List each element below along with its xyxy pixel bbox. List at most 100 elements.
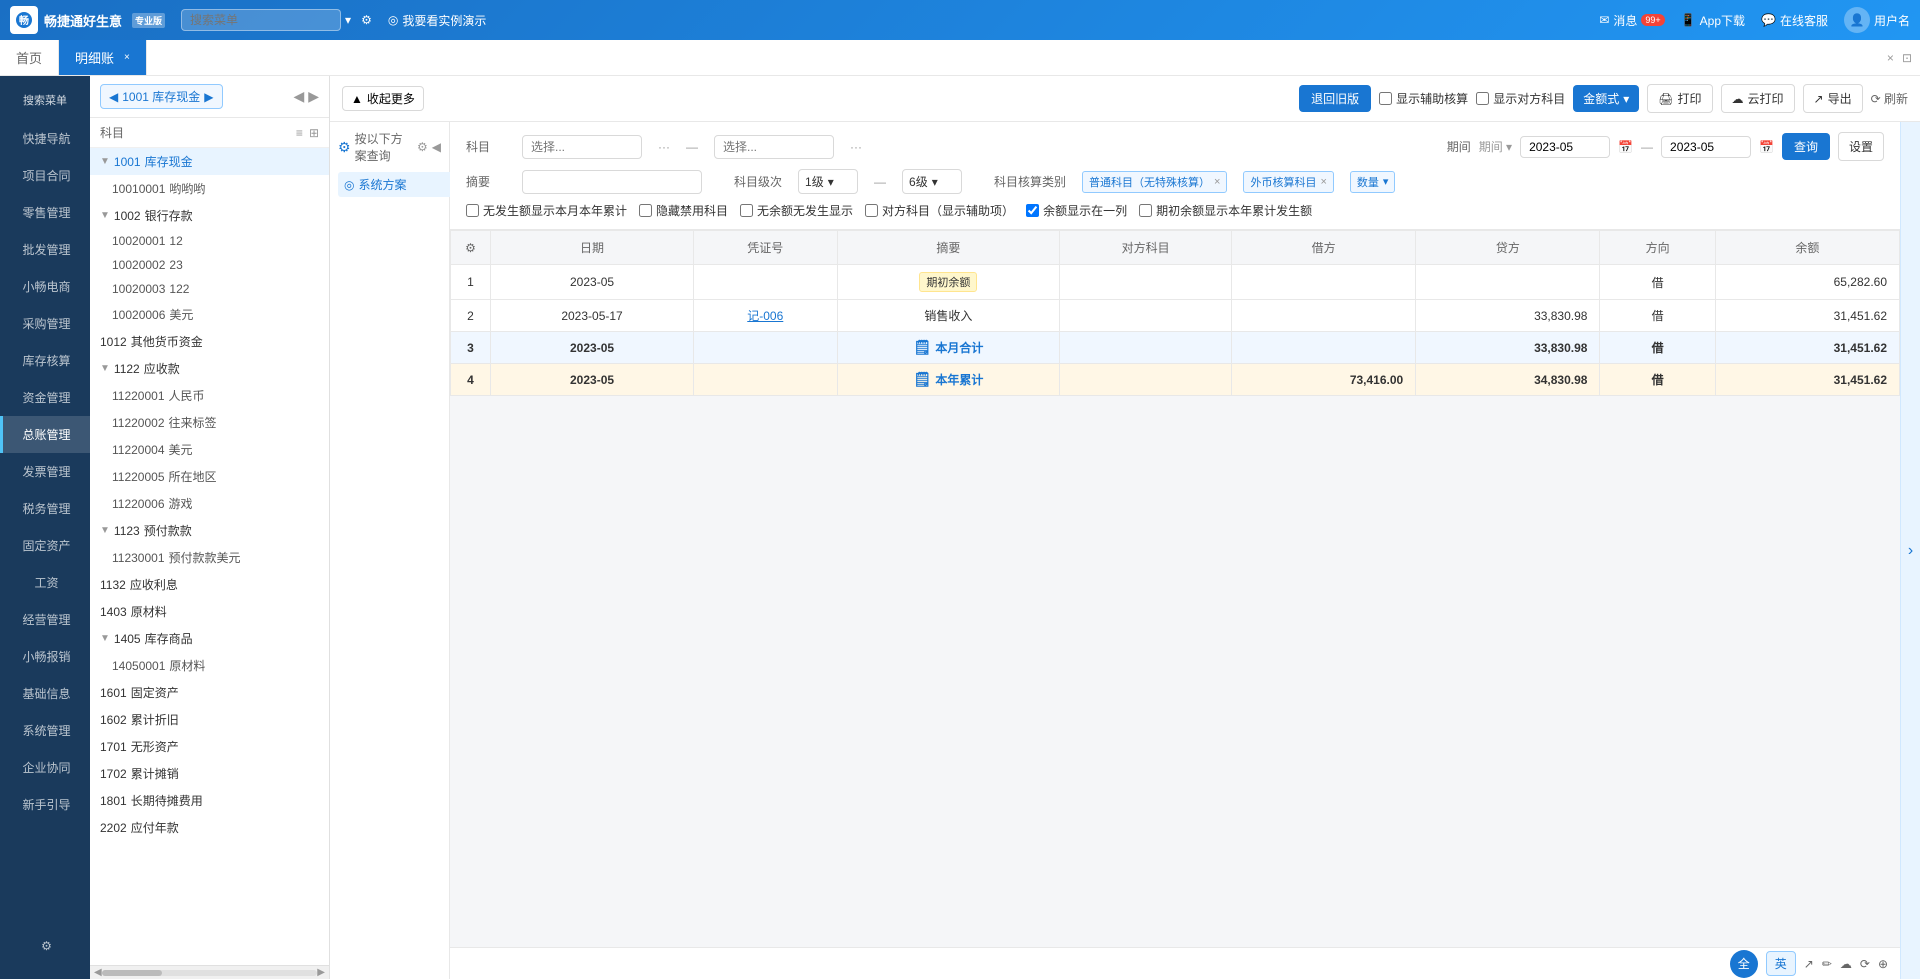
show-aux-checkbox[interactable] bbox=[1379, 92, 1392, 105]
show-period-checkbox[interactable] bbox=[1139, 204, 1152, 217]
account-sort-icon[interactable]: ⊞ bbox=[309, 126, 319, 140]
sidebar-item-basic-info[interactable]: 基础信息 bbox=[0, 675, 90, 712]
sidebar-item-invoice-mgmt[interactable]: 发票管理 bbox=[0, 453, 90, 490]
account-item-11220004[interactable]: 11220004 美元 bbox=[90, 436, 329, 463]
nav-left-icon[interactable]: ◀ bbox=[293, 88, 304, 105]
period-type-selector[interactable]: 期间 ▾ bbox=[1479, 138, 1512, 155]
nav-dropdown-icon[interactable]: ▾ bbox=[345, 13, 351, 27]
tag-foreign-remove-btn[interactable]: × bbox=[1320, 176, 1326, 188]
account-item-1601[interactable]: 1601 固定资产 bbox=[90, 679, 329, 706]
sidebar-item-business-mgmt[interactable]: 经营管理 bbox=[0, 601, 90, 638]
show-contra-checkbox[interactable] bbox=[1476, 92, 1489, 105]
back-old-version-btn[interactable]: 退回旧版 bbox=[1299, 85, 1371, 112]
table-settings-th[interactable]: ⚙ bbox=[451, 231, 491, 265]
filter-scheme-settings-icon[interactable]: ⚙ bbox=[417, 140, 428, 154]
account-item-10020001[interactable]: 10020001 12 bbox=[90, 229, 329, 253]
nav-search-input[interactable] bbox=[181, 9, 341, 31]
period-cal-icon-1[interactable]: 📅 bbox=[1618, 140, 1633, 154]
period-end-input[interactable] bbox=[1661, 136, 1751, 158]
period-start-input[interactable] bbox=[1520, 136, 1610, 158]
right-action-bar[interactable]: › bbox=[1900, 122, 1920, 979]
sidebar-item-retail-mgmt[interactable]: 零售管理 bbox=[0, 194, 90, 231]
tab-close-all-icon[interactable]: × bbox=[1887, 51, 1894, 65]
tab-close-icon[interactable]: × bbox=[124, 52, 130, 63]
query-item-system[interactable]: ◎ 系统方案 bbox=[338, 172, 457, 197]
print-btn[interactable]: 🖨 打印 bbox=[1647, 84, 1712, 113]
filter-scheme-collapse-icon[interactable]: ◀ bbox=[432, 140, 441, 154]
sidebar-item-payroll[interactable]: 工资 bbox=[0, 564, 90, 601]
account-item-11220002[interactable]: 11220002 往来标签 bbox=[90, 409, 329, 436]
sidebar-item-tax-mgmt[interactable]: 税务管理 bbox=[0, 490, 90, 527]
sidebar-item-wholesale-mgmt[interactable]: 批发管理 bbox=[0, 231, 90, 268]
account-item-11230001[interactable]: 11230001 预付款款美元 bbox=[90, 544, 329, 571]
account-item-1801[interactable]: 1801 长期待摊费用 bbox=[90, 787, 329, 814]
account-item-14050001[interactable]: 14050001 原材料 bbox=[90, 652, 329, 679]
nav-right-icon[interactable]: ▶ bbox=[308, 88, 319, 105]
account-item-10020002[interactable]: 10020002 23 bbox=[90, 253, 329, 277]
account-item-1001[interactable]: ▼ 1001 库存现金 bbox=[90, 148, 329, 175]
message-action[interactable]: ✉ 消息 99+ bbox=[1599, 12, 1664, 29]
account-breadcrumb-btn[interactable]: ◀ 1001 库存现金 ▶ bbox=[100, 84, 223, 109]
scroll-right-btn[interactable]: ▶ bbox=[317, 967, 325, 978]
export-btn[interactable]: ↗ 导出 bbox=[1803, 84, 1863, 113]
account-item-1701[interactable]: 1701 无形资产 bbox=[90, 733, 329, 760]
no-balance-checkbox[interactable] bbox=[740, 204, 753, 217]
sidebar-item-new-guide[interactable]: 新手引导 bbox=[0, 786, 90, 823]
account-item-1702[interactable]: 1702 累计摊销 bbox=[90, 760, 329, 787]
sidebar-item-fixed-assets[interactable]: 固定资产 bbox=[0, 527, 90, 564]
account-item-10010001[interactable]: 10010001 哟哟哟 bbox=[90, 175, 329, 202]
bottom-circle-btn[interactable]: 全 bbox=[1730, 950, 1758, 978]
hide-banned-checkbox[interactable] bbox=[639, 204, 652, 217]
scroll-left-btn[interactable]: ◀ bbox=[94, 967, 102, 978]
account-item-1123[interactable]: ▼ 1123 预付款款 bbox=[90, 517, 329, 544]
amount-format-btn[interactable]: 金额式 ▾ bbox=[1573, 85, 1639, 112]
sidebar-item-settings[interactable]: ⚙ bbox=[34, 929, 56, 963]
no-occurrence-checkbox[interactable] bbox=[466, 204, 479, 217]
account-item-1002[interactable]: ▼ 1002 银行存款 bbox=[90, 202, 329, 229]
cloud-print-btn[interactable]: ☁ 云打印 bbox=[1721, 84, 1795, 113]
period-cal-icon-2[interactable]: 📅 bbox=[1759, 140, 1774, 154]
account-item-1132[interactable]: 1132 应收利息 bbox=[90, 571, 329, 598]
online-service-action[interactable]: 💬 在线客服 bbox=[1761, 12, 1828, 29]
collapse-more-btn[interactable]: ▲ 收起更多 bbox=[342, 86, 424, 111]
demo-link[interactable]: ◎ 我要看实例演示 bbox=[388, 12, 487, 29]
tab-expand-icon[interactable]: ⊡ bbox=[1902, 51, 1912, 65]
tab-home[interactable]: 首页 bbox=[0, 40, 59, 75]
level-start-select[interactable]: 1级 ▾ bbox=[798, 169, 858, 194]
row-voucher[interactable]: 记-006 bbox=[694, 300, 837, 332]
account-item-10020003[interactable]: 10020003 122 bbox=[90, 277, 329, 301]
account-item-11220006[interactable]: 11220006 游戏 bbox=[90, 490, 329, 517]
summary-input[interactable] bbox=[522, 170, 702, 194]
sidebar-item-inventory-check[interactable]: 库存核算 bbox=[0, 342, 90, 379]
subject-start-input[interactable] bbox=[522, 135, 642, 159]
account-item-2202[interactable]: 2202 应付年款 bbox=[90, 814, 329, 841]
voucher-link[interactable]: 记-006 bbox=[747, 309, 783, 323]
bottom-lang-btn[interactable]: 英 bbox=[1766, 951, 1796, 976]
user-avatar[interactable]: 👤 用户名 bbox=[1844, 7, 1910, 33]
sidebar-item-purchase-mgmt[interactable]: 采购管理 bbox=[0, 305, 90, 342]
bottom-icon-5[interactable]: ⊕ bbox=[1878, 957, 1888, 971]
app-download-action[interactable]: 📱 App下载 bbox=[1681, 12, 1745, 29]
query-btn[interactable]: 查询 bbox=[1782, 133, 1830, 160]
contra-checkbox[interactable] bbox=[865, 204, 878, 217]
account-item-1602[interactable]: 1602 累计折旧 bbox=[90, 706, 329, 733]
bottom-icon-2[interactable]: ✏ bbox=[1822, 957, 1832, 971]
scrollbar-thumb[interactable] bbox=[102, 970, 162, 976]
refresh-btn[interactable]: ⟳ 刷新 bbox=[1871, 90, 1908, 107]
sidebar-search-menu[interactable]: 搜索菜单 bbox=[23, 84, 67, 116]
account-item-1122[interactable]: ▼ 1122 应收款 bbox=[90, 355, 329, 382]
sidebar-item-xiaochang-sales[interactable]: 小畅报销 bbox=[0, 638, 90, 675]
tag-normal-remove-btn[interactable]: × bbox=[1214, 176, 1220, 188]
sidebar-item-xiaochang-ecom[interactable]: 小畅电商 bbox=[0, 268, 90, 305]
settings-icon[interactable]: ⚙ bbox=[361, 13, 372, 27]
show-balance-col-checkbox[interactable] bbox=[1026, 204, 1039, 217]
settings-btn[interactable]: 设置 bbox=[1838, 132, 1884, 161]
subject-end-input[interactable] bbox=[714, 135, 834, 159]
sidebar-item-quick-nav[interactable]: 快捷导航 bbox=[0, 120, 90, 157]
account-item-1405[interactable]: ▼ 1405 库存商品 bbox=[90, 625, 329, 652]
account-item-10020006[interactable]: 10020006 美元 bbox=[90, 301, 329, 328]
tab-detail[interactable]: 明细账 × bbox=[59, 40, 147, 75]
sidebar-item-general-ledger[interactable]: 总账管理 bbox=[0, 416, 90, 453]
account-list-icon[interactable]: ≡ bbox=[296, 126, 303, 140]
sidebar-item-system-mgmt[interactable]: 系统管理 bbox=[0, 712, 90, 749]
